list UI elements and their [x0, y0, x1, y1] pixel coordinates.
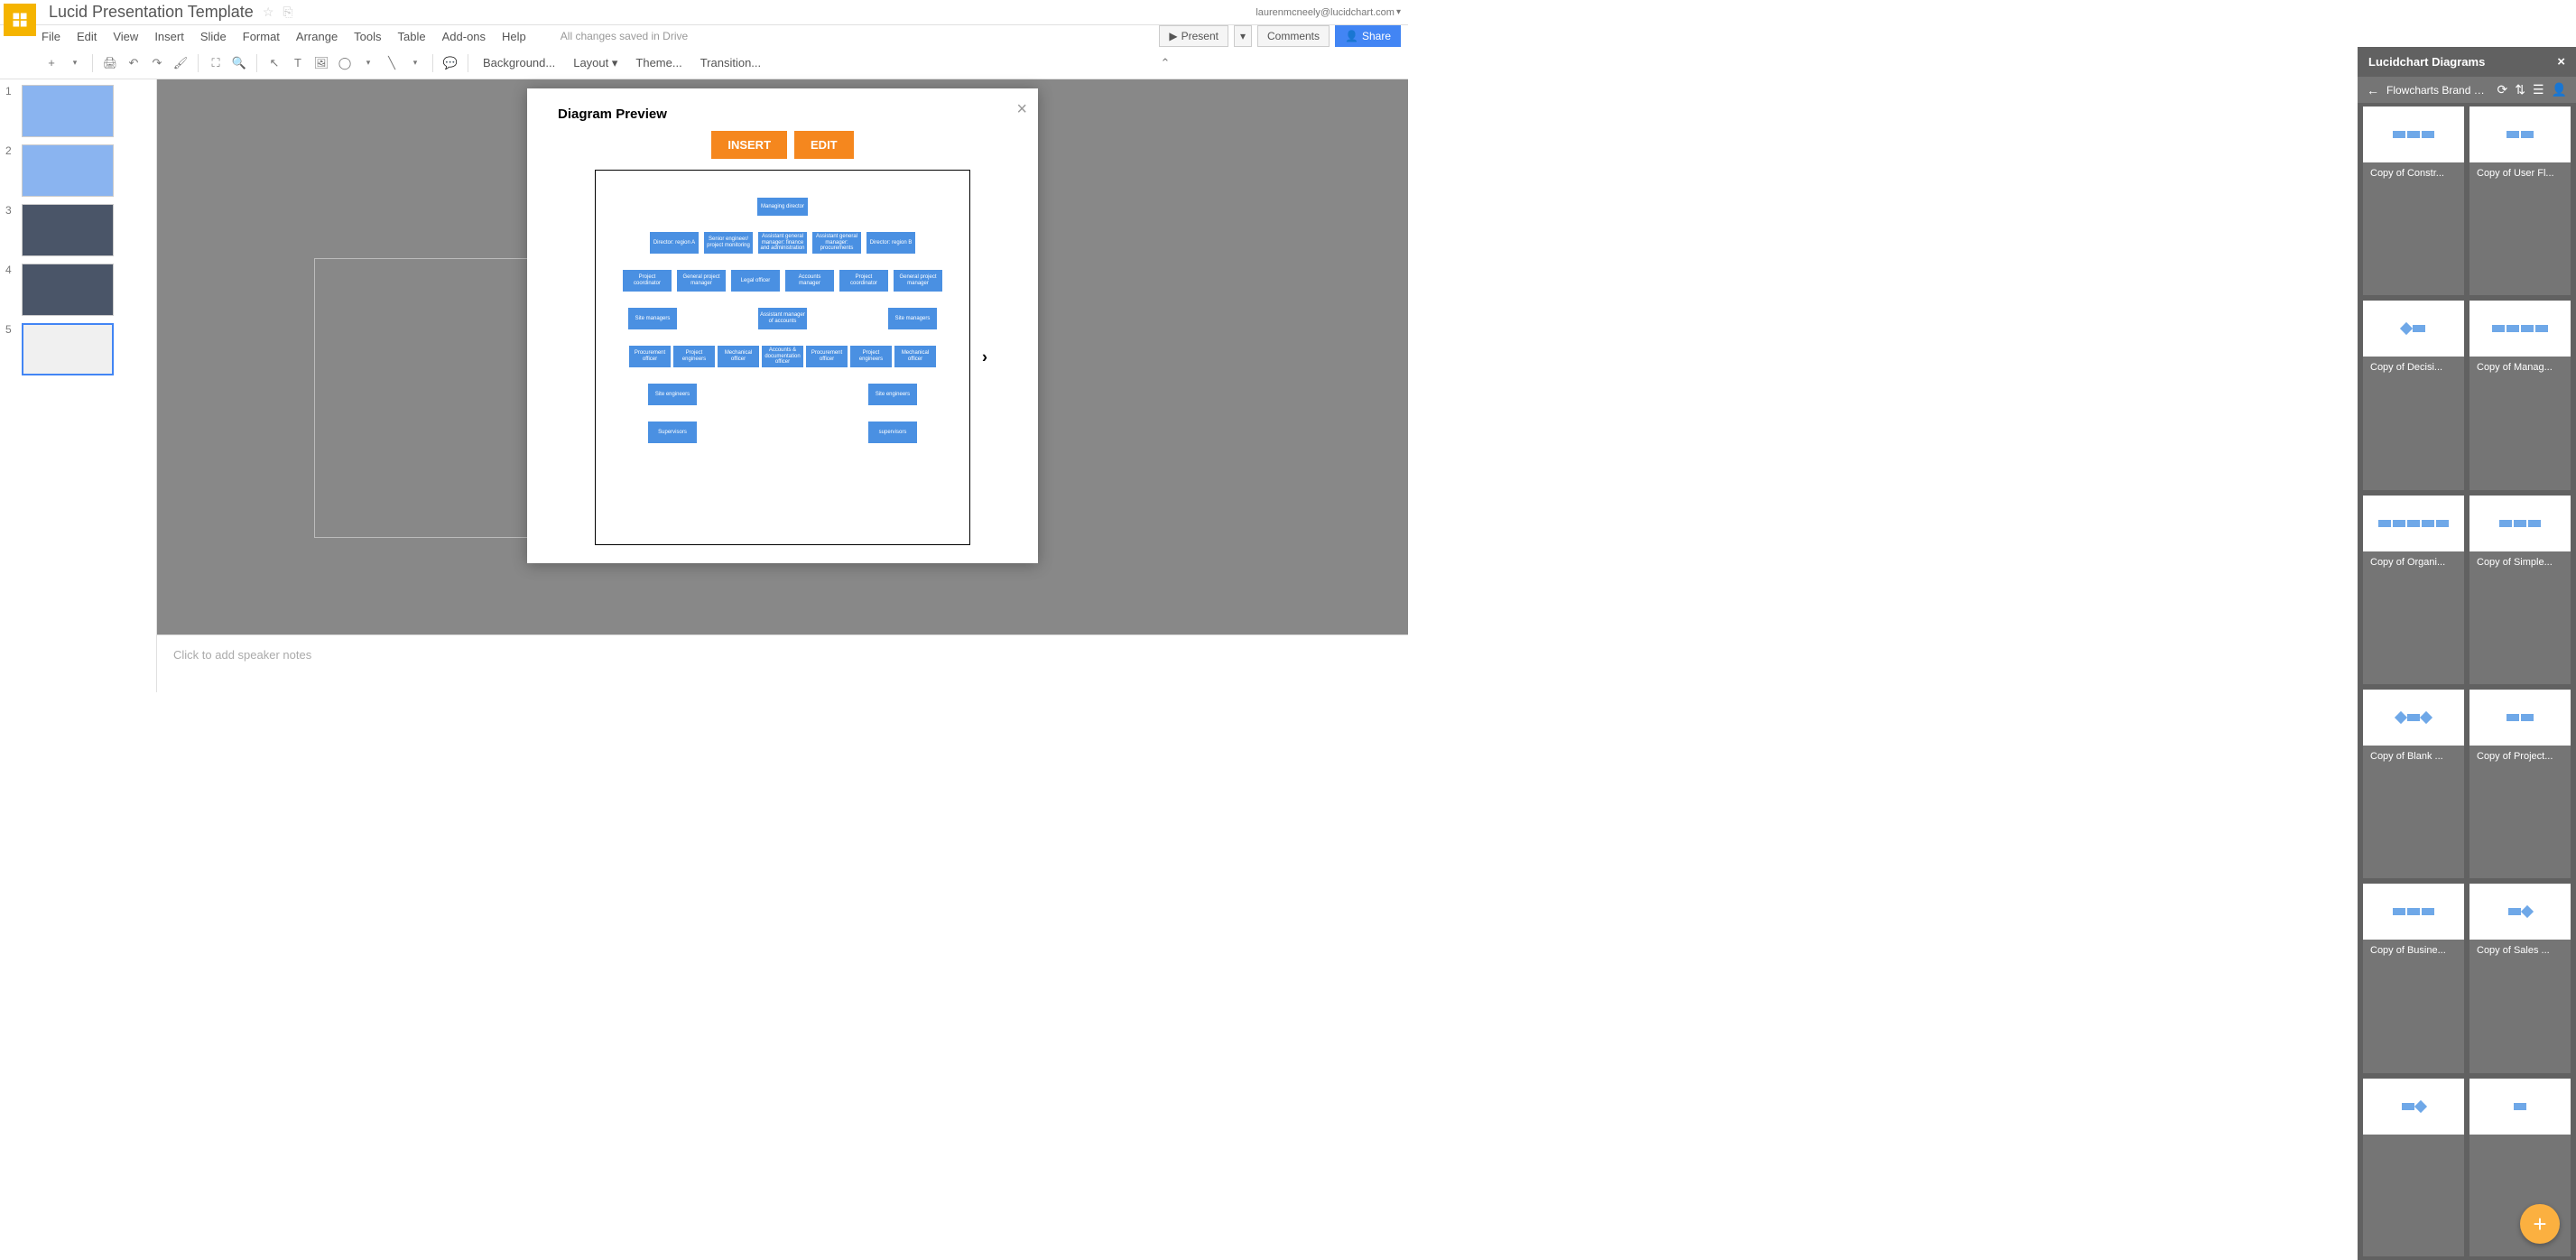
- modal-title: Diagram Preview: [527, 88, 1038, 131]
- diagram-card[interactable]: Copy of User Fl...: [2469, 107, 2571, 295]
- modal-overlay: × Diagram Preview INSERT EDIT Managing d…: [157, 79, 1408, 577]
- toolbar: + ▾ 🖨 ↶ ↷ 🖌 ⛶ 🔍 ↖ T 🖼 ◯ ▾ ╲ ▾ 💬 Backgrou…: [0, 47, 1408, 79]
- diagram-preview-image: Managing director Director: region A Sen…: [595, 170, 970, 545]
- menu-insert[interactable]: Insert: [154, 30, 184, 43]
- select-icon[interactable]: ↖: [264, 53, 284, 73]
- menu-tools[interactable]: Tools: [354, 30, 381, 43]
- slide-thumb-4[interactable]: 4: [5, 264, 151, 316]
- sidebar-title: Lucidchart Diagrams: [2368, 55, 2485, 69]
- zoom-fit-icon[interactable]: ⛶: [206, 53, 226, 73]
- insert-button[interactable]: INSERT: [711, 131, 787, 159]
- paint-format-icon[interactable]: 🖌: [171, 53, 190, 73]
- comment-icon[interactable]: 💬: [440, 53, 460, 73]
- undo-icon[interactable]: ↶: [124, 53, 144, 73]
- diagram-card[interactable]: Copy of Busine...: [2363, 884, 2464, 1072]
- slide-thumb-3[interactable]: 3: [5, 204, 151, 256]
- canvas-area: × Diagram Preview INSERT EDIT Managing d…: [157, 79, 1408, 692]
- slide-thumb-1[interactable]: 1: [5, 85, 151, 137]
- diagram-grid: Copy of Constr... Copy of User Fl... Cop…: [2358, 103, 2576, 1260]
- slide-thumb-5[interactable]: 5: [5, 323, 151, 375]
- comments-button[interactable]: Comments: [1257, 25, 1330, 47]
- user-email[interactable]: laurenmcneely@lucidchart.com: [1256, 7, 1395, 18]
- new-slide-dropdown-icon[interactable]: ▾: [65, 53, 85, 73]
- sort-icon[interactable]: ⇅: [2515, 82, 2525, 97]
- add-fab[interactable]: +: [2520, 1204, 2560, 1244]
- diagram-card[interactable]: Copy of Simple...: [2469, 496, 2571, 684]
- lucidchart-sidebar: Lucidchart Diagrams × ← Flowcharts Brand…: [2358, 47, 2576, 1260]
- menu-view[interactable]: View: [113, 30, 138, 43]
- menubar: File Edit View Insert Slide Format Arran…: [0, 25, 1408, 47]
- list-icon[interactable]: ☰: [2533, 82, 2544, 97]
- theme-button[interactable]: Theme...: [628, 52, 689, 73]
- doc-title[interactable]: Lucid Presentation Template: [49, 3, 254, 22]
- layout-button[interactable]: Layout ▾: [566, 52, 625, 74]
- menu-file[interactable]: File: [42, 30, 60, 43]
- diagram-card[interactable]: Copy of Organi...: [2363, 496, 2464, 684]
- slide-panel: 1 2 3 4 5: [0, 79, 157, 692]
- folder-name[interactable]: Flowcharts Brand S...: [2386, 84, 2490, 97]
- menu-addons[interactable]: Add-ons: [442, 30, 486, 43]
- app-logo[interactable]: [4, 4, 36, 36]
- textbox-icon[interactable]: T: [288, 53, 308, 73]
- image-icon[interactable]: 🖼: [311, 53, 331, 73]
- diagram-card[interactable]: Copy of Manag...: [2469, 301, 2571, 489]
- menu-slide[interactable]: Slide: [200, 30, 227, 43]
- move-folder-icon[interactable]: ⎘: [283, 5, 292, 20]
- present-button[interactable]: ▶ Present: [1159, 25, 1228, 47]
- speaker-notes[interactable]: Click to add speaker notes: [157, 635, 1408, 692]
- line-dropdown-icon[interactable]: ▾: [405, 53, 425, 73]
- close-icon[interactable]: ×: [1016, 99, 1027, 120]
- slide-canvas[interactable]: × Diagram Preview INSERT EDIT Managing d…: [157, 79, 1408, 635]
- diagram-preview-modal: × Diagram Preview INSERT EDIT Managing d…: [527, 88, 1038, 563]
- zoom-icon[interactable]: 🔍: [229, 53, 249, 73]
- share-button[interactable]: 👤 Share: [1335, 25, 1401, 47]
- diagram-card[interactable]: [2363, 1079, 2464, 1256]
- diagram-card[interactable]: Copy of Constr...: [2363, 107, 2464, 295]
- diagram-card[interactable]: Copy of Blank ...: [2363, 690, 2464, 878]
- account-dropdown-icon[interactable]: ▾: [1396, 7, 1401, 17]
- collapse-toolbar-icon[interactable]: ⌃: [1155, 53, 1175, 73]
- menu-table[interactable]: Table: [398, 30, 426, 43]
- menu-format[interactable]: Format: [243, 30, 280, 43]
- back-arrow-icon[interactable]: ←: [2367, 83, 2379, 97]
- print-icon[interactable]: 🖨: [100, 53, 120, 73]
- sidebar-close-icon[interactable]: ×: [2557, 54, 2565, 69]
- line-icon[interactable]: ╲: [382, 53, 402, 73]
- menu-edit[interactable]: Edit: [77, 30, 97, 43]
- save-status: All changes saved in Drive: [561, 30, 688, 42]
- star-icon[interactable]: ☆: [263, 5, 274, 20]
- slide-thumb-2[interactable]: 2: [5, 144, 151, 197]
- account-icon[interactable]: 👤: [2552, 82, 2567, 97]
- diagram-card[interactable]: Copy of Sales ...: [2469, 884, 2571, 1072]
- edit-button[interactable]: EDIT: [794, 131, 854, 159]
- diagram-card[interactable]: Copy of Decisi...: [2363, 301, 2464, 489]
- next-arrow-icon[interactable]: ›: [982, 348, 987, 367]
- menu-arrange[interactable]: Arrange: [296, 30, 338, 43]
- transition-button[interactable]: Transition...: [693, 52, 768, 73]
- shape-icon[interactable]: ◯: [335, 53, 355, 73]
- new-slide-icon[interactable]: +: [42, 53, 61, 73]
- diagram-card[interactable]: Copy of Project...: [2469, 690, 2571, 878]
- redo-icon[interactable]: ↷: [147, 53, 167, 73]
- present-dropdown[interactable]: ▾: [1234, 25, 1252, 47]
- refresh-icon[interactable]: ⟳: [2497, 82, 2508, 97]
- menu-help[interactable]: Help: [502, 30, 526, 43]
- shape-dropdown-icon[interactable]: ▾: [358, 53, 378, 73]
- background-button[interactable]: Background...: [476, 52, 562, 73]
